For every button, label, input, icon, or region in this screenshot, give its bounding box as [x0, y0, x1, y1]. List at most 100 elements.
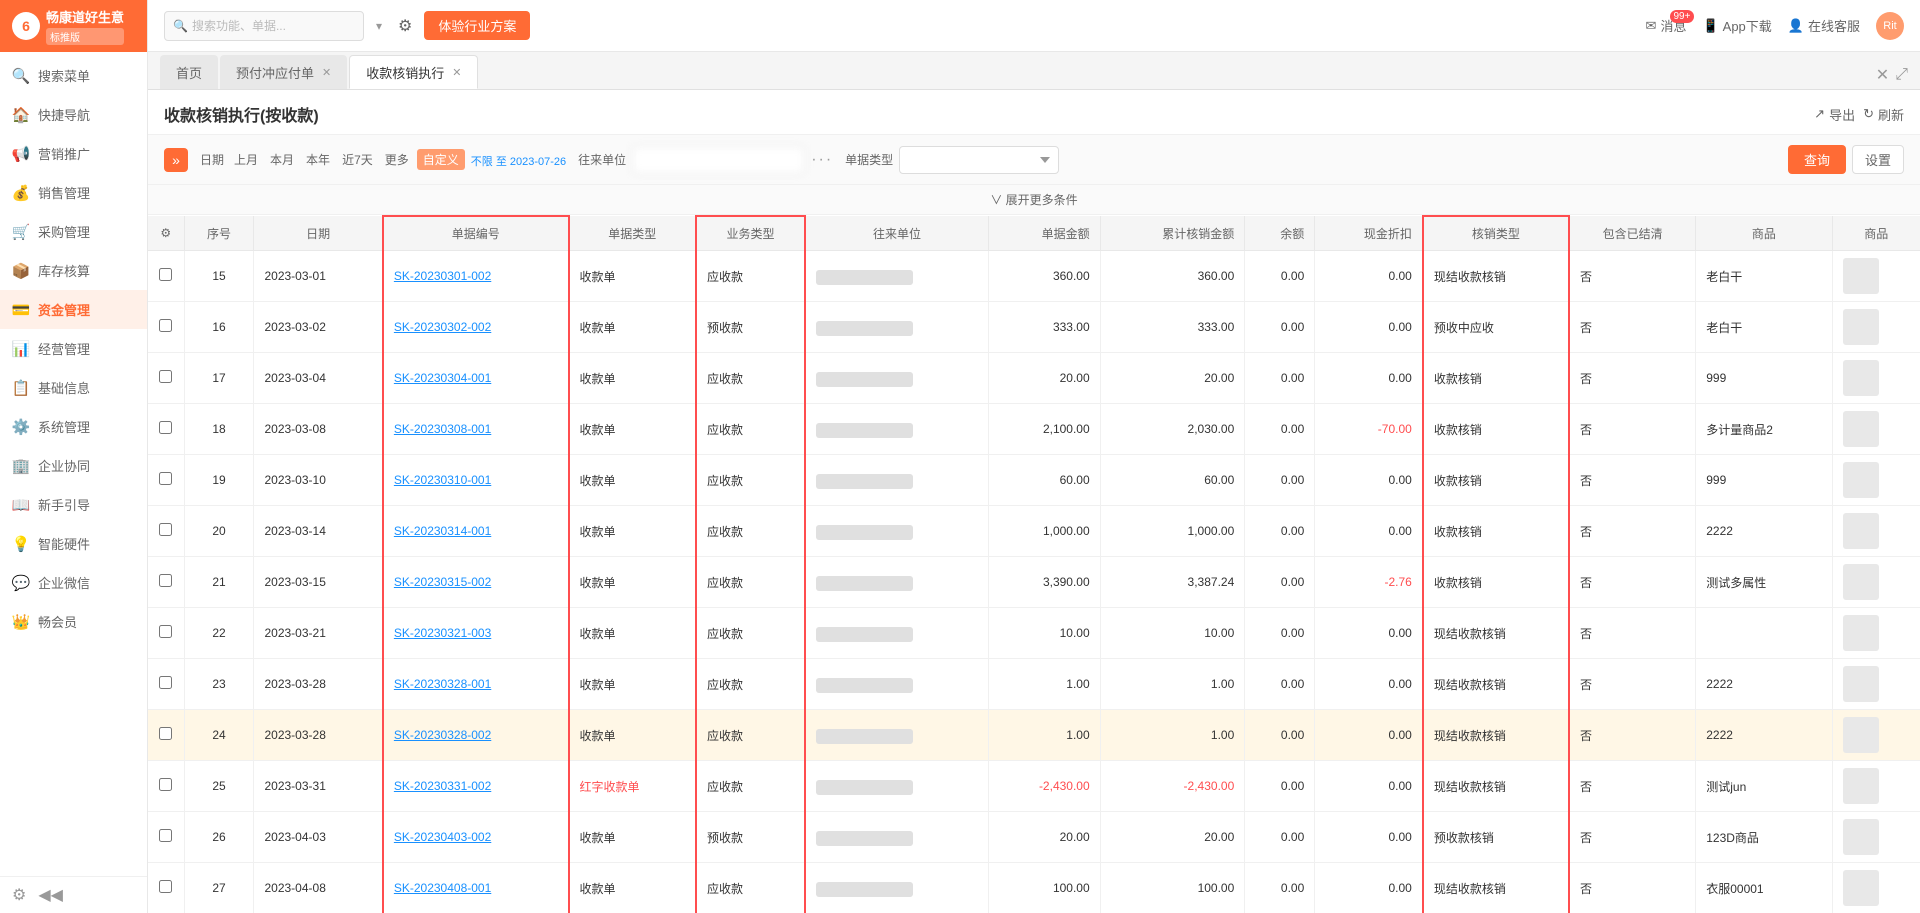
cell-bill-type: 红字收款单	[569, 761, 697, 812]
collapse-icon[interactable]: ◀◀	[38, 885, 63, 905]
restore-tab-icon[interactable]: ⤢	[1895, 66, 1908, 84]
sidebar-item-guide[interactable]: 📖 新手引导	[0, 485, 147, 524]
industry-solution-button[interactable]: 体验行业方案	[424, 11, 530, 40]
cell-checkbox[interactable]	[148, 659, 184, 710]
cell-product-img	[1832, 863, 1920, 913]
cell-bill-amount: 20.00	[989, 353, 1101, 404]
sidebar-item-inventory[interactable]: 📦 库存核算	[0, 251, 147, 290]
table-row: 26 2023-04-03 SK-20230403-002 收款单 预收款 ██…	[148, 812, 1920, 863]
search-icon: 🔍	[173, 19, 188, 33]
topbar-chevron[interactable]: ▾	[376, 19, 382, 33]
cell-checkbox[interactable]	[148, 506, 184, 557]
sidebar-item-corp[interactable]: 🏢 企业协同	[0, 446, 147, 485]
search-placeholder: 搜索功能、单据...	[192, 17, 286, 34]
cell-product: 999	[1696, 353, 1832, 404]
expand-conditions-button[interactable]: ∨ 展开更多条件	[990, 193, 1077, 207]
cell-bill-amount: 2,100.00	[989, 404, 1101, 455]
export-button[interactable]: ↗ 导出	[1814, 105, 1855, 124]
cell-checkbox[interactable]	[148, 812, 184, 863]
partner-label: 往来单位	[578, 151, 626, 168]
sidebar-item-operations[interactable]: 📊 经营管理	[0, 329, 147, 368]
cell-product: 老白干	[1696, 251, 1832, 302]
tab-actions: ✕ ⤢	[1876, 65, 1908, 89]
sidebar-item-quick-nav[interactable]: 🏠 快捷导航	[0, 95, 147, 134]
sidebar-item-basics[interactable]: 📋 基础信息	[0, 368, 147, 407]
cell-date: 2023-03-10	[254, 455, 383, 506]
filter-settings-button[interactable]: 设置	[1852, 145, 1904, 174]
sidebar-item-hardware[interactable]: 💡 智能硬件	[0, 524, 147, 563]
cell-bill-type: 收款单	[569, 353, 697, 404]
cell-cash-discount: 0.00	[1315, 659, 1423, 710]
topbar-gear-icon[interactable]: ⚙	[398, 16, 412, 36]
tab-collect-exec[interactable]: 收款核销执行 ✕	[349, 55, 478, 89]
sidebar-item-label: 营销推广	[38, 144, 90, 163]
cell-include-settled: 否	[1569, 353, 1696, 404]
filter-toggle-button[interactable]: »	[164, 148, 188, 172]
filter-dots: ···	[811, 151, 833, 169]
cell-cash-discount: 0.00	[1315, 251, 1423, 302]
tab-home[interactable]: 首页	[160, 55, 218, 89]
sidebar-item-sales[interactable]: 💰 销售管理	[0, 173, 147, 212]
cell-bill-type: 收款单	[569, 863, 697, 913]
bill-type-select[interactable]	[899, 146, 1059, 174]
last-month-btn[interactable]: 上月	[230, 149, 262, 170]
cell-checkbox[interactable]	[148, 710, 184, 761]
cell-product-img	[1832, 761, 1920, 812]
cell-checkbox[interactable]	[148, 863, 184, 913]
tab-prepay-list[interactable]: 预付冲应付单 ✕	[220, 55, 347, 89]
cell-biz-type: 应收款	[696, 608, 805, 659]
cell-checkbox[interactable]	[148, 455, 184, 506]
cell-balance: 0.00	[1245, 710, 1315, 761]
cell-biz-type: 应收款	[696, 761, 805, 812]
sidebar-item-member[interactable]: 👑 畅会员	[0, 602, 147, 641]
sidebar-item-weixin[interactable]: 💬 企业微信	[0, 563, 147, 602]
sidebar-item-search-menu[interactable]: 🔍 搜索菜单	[0, 56, 147, 95]
user-avatar[interactable]: Rit	[1876, 12, 1904, 40]
settings-icon[interactable]: ⚙	[12, 885, 26, 905]
partner-input[interactable]	[632, 146, 805, 174]
sidebar-item-finance[interactable]: 💳 资金管理	[0, 290, 147, 329]
app-download-button[interactable]: 📱 App下载	[1702, 16, 1771, 35]
sales-icon: 💰	[12, 184, 30, 202]
cell-writeoff-type: 现结收款核销	[1423, 251, 1569, 302]
cell-bill-type: 收款单	[569, 812, 697, 863]
cell-total-writeoff: 3,387.24	[1100, 557, 1245, 608]
cell-bill-amount: 333.00	[989, 302, 1101, 353]
custom-date-btn[interactable]: 自定义	[417, 149, 465, 170]
table-row: 22 2023-03-21 SK-20230321-003 收款单 应收款 ██…	[148, 608, 1920, 659]
cell-partner: ████████	[805, 761, 989, 812]
cell-checkbox[interactable]	[148, 302, 184, 353]
close-tab-icon[interactable]: ✕	[1876, 65, 1889, 85]
message-button[interactable]: ✉ 消息 99+	[1646, 16, 1687, 35]
cell-product: 999	[1696, 455, 1832, 506]
topbar-search[interactable]: 🔍 搜索功能、单据...	[164, 11, 364, 41]
cell-bill-no: SK-20230302-002	[383, 302, 569, 353]
this-month-btn[interactable]: 本月	[266, 149, 298, 170]
tab-collect-close[interactable]: ✕	[452, 66, 461, 79]
cell-checkbox[interactable]	[148, 557, 184, 608]
sidebar-item-purchase[interactable]: 🛒 采购管理	[0, 212, 147, 251]
finance-icon: 💳	[12, 301, 30, 319]
cell-checkbox[interactable]	[148, 251, 184, 302]
cell-date: 2023-03-15	[254, 557, 383, 608]
sidebar-item-marketing[interactable]: 📢 营销推广	[0, 134, 147, 173]
tab-bar: 首页 预付冲应付单 ✕ 收款核销执行 ✕ ✕ ⤢	[148, 52, 1920, 90]
tab-prepay-close[interactable]: ✕	[322, 66, 331, 79]
data-table-wrap: ⚙ 序号 日期 单据编号 单据类型 业务类型 往来单位 单据金额 累计核销金额 …	[148, 215, 1920, 913]
more-date-btn[interactable]: 更多	[381, 149, 413, 170]
cell-checkbox[interactable]	[148, 761, 184, 812]
refresh-button[interactable]: ↻ 刷新	[1863, 105, 1904, 124]
cell-product-img	[1832, 659, 1920, 710]
cell-checkbox[interactable]	[148, 353, 184, 404]
sidebar-item-system[interactable]: ⚙️ 系统管理	[0, 407, 147, 446]
online-service-button[interactable]: 👤 在线客服	[1788, 16, 1860, 35]
cell-balance: 0.00	[1245, 557, 1315, 608]
cell-bill-type: 收款单	[569, 455, 697, 506]
this-year-btn[interactable]: 本年	[302, 149, 334, 170]
data-table: ⚙ 序号 日期 单据编号 单据类型 业务类型 往来单位 单据金额 累计核销金额 …	[148, 215, 1920, 913]
col-header-setting[interactable]: ⚙	[148, 216, 184, 251]
cell-checkbox[interactable]	[148, 404, 184, 455]
query-button[interactable]: 查询	[1788, 145, 1846, 174]
last-7days-btn[interactable]: 近7天	[338, 149, 377, 170]
cell-checkbox[interactable]	[148, 608, 184, 659]
